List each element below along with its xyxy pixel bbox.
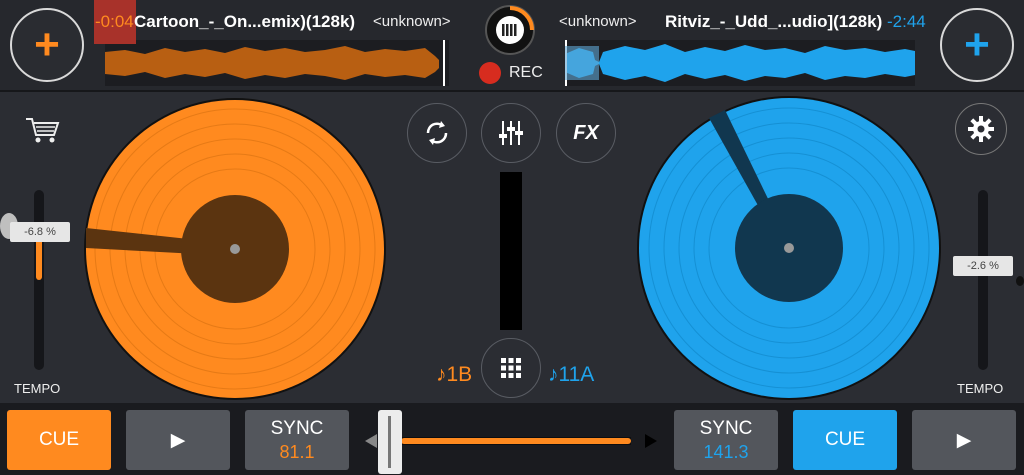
deck-b-track-title: Ritviz_-_Udd_...udio](128k) [665,12,883,31]
deck-b-artist: <unknown> [559,13,637,30]
mixer-button[interactable] [481,103,541,163]
volume-meter [500,172,522,330]
vinyl-left-graphic [86,100,384,398]
gear-icon [968,116,994,142]
deck-a-artist: <unknown> [373,13,451,30]
tempo-slider-left-fill [36,236,42,280]
loop-icon [426,121,448,145]
play-icon: ▶ [956,429,972,451]
deck-a-elapsed-time: -0:04 [95,12,134,31]
deck-b-cue-button[interactable]: CUE [793,410,897,470]
grid-icon [501,358,521,378]
deck-b-pitch-value: -2.6 % [953,256,1013,276]
vinyl-right-graphic [639,98,939,398]
bottom-controls: CUE ▶ SYNC 81.1 SYNC 141.3 CUE ▶ [0,403,1024,475]
equalizer-icon [499,121,523,145]
sync-label: SYNC [270,417,324,439]
deck-a-sync-button[interactable]: SYNC 81.1 [245,410,349,470]
loop-button[interactable] [407,103,467,163]
tempo-slider-right[interactable] [978,190,988,370]
plus-icon: + [964,20,990,69]
add-track-right-button[interactable]: + [940,8,1014,82]
tempo-label-right: TEMPO [957,381,1004,396]
app-logo-icon[interactable] [484,4,536,56]
turntable-left[interactable] [84,98,386,400]
deck-a-pitch-value: -6.8 % [10,222,70,242]
turntable-right[interactable] [637,96,941,400]
sync-label: SYNC [699,417,753,439]
top-bar: + -0:04 Cartoon_-_On...emix)(128k) <unkn… [0,0,1024,92]
deck-a-bpm: 81.1 [279,441,315,462]
waveform-right-graphic [565,40,915,86]
play-icon: ▶ [170,429,186,451]
tempo-right-marker [1016,276,1024,286]
deck-a-key: ♪1B [436,363,473,386]
waveform-right[interactable] [565,40,915,86]
deck-a-track-title: Cartoon_-_On...emix)(128k) [134,12,356,31]
crossfader-thumb-grip [388,416,391,468]
deck-a-cue-button[interactable]: CUE [7,410,111,470]
deck-b-key: ♪11A [548,363,595,386]
deck-a-play-button[interactable]: ▶ [126,410,230,470]
crossfader[interactable] [365,431,657,451]
dj-app: + -0:04 Cartoon_-_On...emix)(128k) <unkn… [0,0,1024,475]
shop-cart-icon[interactable] [24,115,60,145]
crossfader-track [365,434,657,448]
waveform-left-graphic [105,40,445,86]
deck-b-remaining-time: -2:44 [887,12,926,31]
cue-label: CUE [824,429,866,450]
settings-button[interactable] [955,103,1007,155]
pads-button[interactable] [481,338,541,398]
cue-label: CUE [38,429,80,450]
deck-b-sync-button[interactable]: SYNC 141.3 [674,410,778,470]
fx-button[interactable]: FX [556,103,616,163]
deck-b-bpm: 141.3 [703,441,749,462]
fx-label: FX [573,121,599,144]
record-button[interactable] [479,62,501,84]
add-track-left-button[interactable]: + [10,8,84,82]
record-label: REC [509,64,543,81]
waveform-left[interactable] [105,40,449,86]
crossfader-thumb[interactable] [378,410,402,474]
tempo-slider-left[interactable] [34,190,44,370]
deck-b-play-button[interactable]: ▶ [912,410,1016,470]
tempo-label-left: TEMPO [14,381,61,396]
plus-icon: + [34,20,60,69]
